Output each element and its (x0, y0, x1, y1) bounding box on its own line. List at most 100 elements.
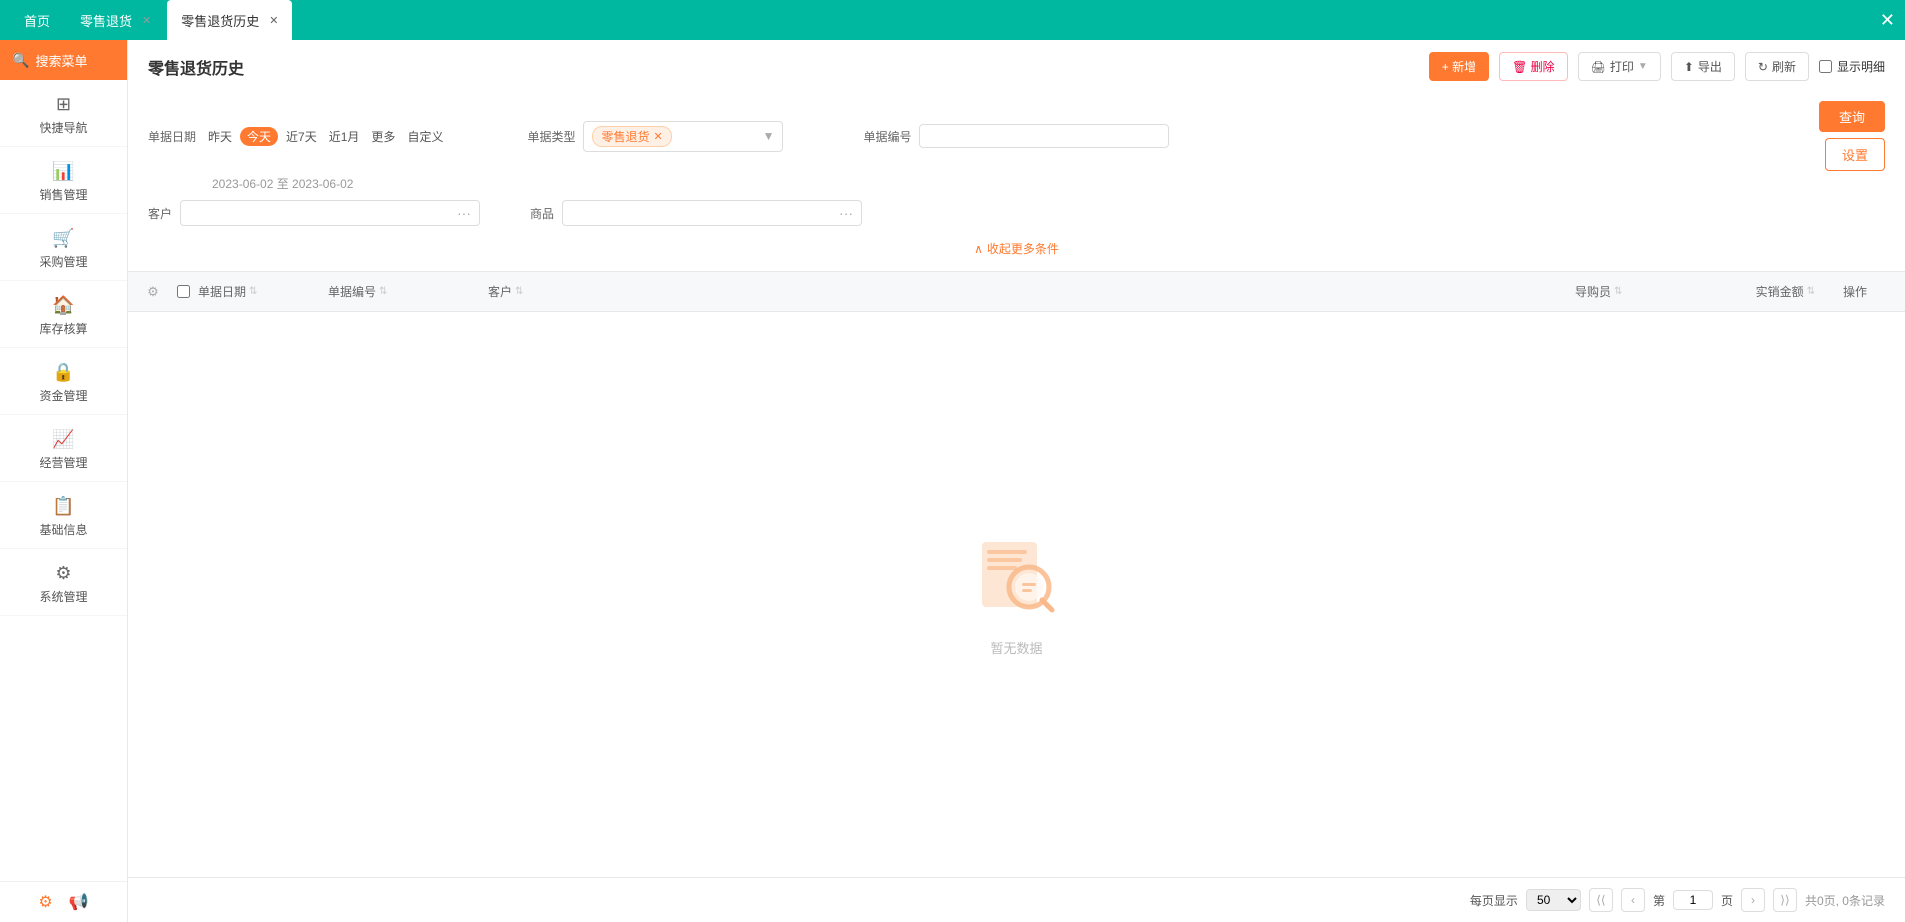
th-amount-label: 实销金额 (1756, 283, 1804, 300)
setting-button[interactable]: 设置 (1825, 138, 1885, 171)
per-page-select[interactable]: 50 10 20 100 (1526, 889, 1581, 911)
goods-input-wrap: ··· (562, 200, 862, 226)
finance-icon: 🔒 (52, 362, 74, 383)
goods-input[interactable] (571, 206, 835, 220)
sidebar-search-label: 搜索菜单 (35, 51, 87, 70)
shortcut-yesterday[interactable]: 昨天 (204, 127, 236, 146)
operations-icon: 📈 (52, 429, 74, 450)
show-detail-checkbox[interactable] (1819, 60, 1832, 73)
sidebar-item-basic-info[interactable]: 📋 基础信息 (0, 482, 127, 549)
sidebar-item-system[interactable]: ⚙ 系统管理 (0, 549, 127, 616)
goods-dots-icon[interactable]: ··· (839, 205, 853, 221)
sidebar-item-operations[interactable]: 📈 经营管理 (0, 415, 127, 482)
query-button[interactable]: 查询 (1819, 101, 1885, 132)
new-button[interactable]: + 新增 (1429, 52, 1489, 81)
shortcut-today[interactable]: 今天 (240, 127, 278, 146)
main-layout: 🔍 搜索菜单 ⊞ 快捷导航 📊 销售管理 🛒 采购管理 🏠 库存核算 🔒 (0, 40, 1905, 922)
tab-home[interactable]: 首页 (10, 0, 64, 40)
table-header: ⚙ 单据日期 ⇅ 单据编号 ⇅ 客户 ⇅ 导购员 ⇅ (128, 272, 1905, 312)
page-number-input[interactable] (1673, 890, 1713, 910)
th-date[interactable]: 单据日期 ⇅ (198, 283, 328, 300)
empty-svg (967, 532, 1067, 622)
window-close-button[interactable]: ✕ (1880, 10, 1895, 31)
pagination-total: 共0页, 0条记录 (1805, 892, 1885, 909)
collapse-arrow-icon: ∧ (974, 242, 983, 256)
shortcut-last7[interactable]: 近7天 (282, 127, 321, 146)
print-button[interactable]: 🖨 🖨 打印 打印 ▼ (1578, 52, 1661, 81)
customer-dots-icon[interactable]: ··· (457, 205, 471, 221)
settings-footer-icon[interactable]: ⚙ (38, 892, 52, 912)
export-icon: ⬆ (1684, 60, 1694, 74)
sidebar-item-inventory-label: 库存核算 (39, 320, 87, 337)
print-icon: 🖨 (1591, 60, 1606, 74)
tab-retail-return-history-close[interactable]: ✕ (269, 14, 278, 27)
page-label: 第 (1653, 892, 1665, 909)
filter-area: 单据日期 昨天 今天 近7天 近1月 更多 自定义 单据类型 (148, 91, 1885, 271)
next-page-button[interactable]: › (1741, 888, 1765, 912)
th-amount[interactable]: 实销金额 ⇅ (1695, 283, 1815, 300)
table-area: ⚙ 单据日期 ⇅ 单据编号 ⇅ 客户 ⇅ 导购员 ⇅ (128, 272, 1905, 877)
first-page-button[interactable]: ⟨⟨ (1589, 888, 1613, 912)
select-all-col (168, 285, 198, 298)
refresh-button[interactable]: ↻ 刷新 (1745, 52, 1809, 81)
bill-type-select[interactable]: 零售退货 ✕ ▼ (583, 121, 783, 152)
sidebar-item-quick-nav[interactable]: ⊞ 快捷导航 (0, 80, 127, 147)
sidebar-item-purchase-mgmt[interactable]: 🛒 采购管理 (0, 214, 127, 281)
collapse-row: ∧ 收起更多条件 (148, 236, 1885, 261)
tab-list: 首页 零售退货 ✕ 零售退货历史 ✕ (10, 0, 1880, 40)
customer-input[interactable] (189, 206, 453, 220)
th-customer[interactable]: 客户 ⇅ (488, 283, 1575, 300)
sort-guide-icon: ⇅ (1614, 286, 1622, 297)
th-customer-label: 客户 (488, 283, 512, 300)
basic-info-icon: 📋 (52, 496, 74, 517)
sidebar-nav: ⊞ 快捷导航 📊 销售管理 🛒 采购管理 🏠 库存核算 🔒 资金管理 📈 (0, 80, 127, 881)
sidebar-item-basic-info-label: 基础信息 (39, 521, 87, 538)
shortcut-last1month[interactable]: 近1月 (325, 127, 364, 146)
quick-nav-icon: ⊞ (56, 94, 71, 115)
th-bill-no[interactable]: 单据编号 ⇅ (328, 283, 488, 300)
collapse-button[interactable]: ∧ 收起更多条件 (962, 236, 1071, 261)
empty-text: 暂无数据 (990, 638, 1042, 657)
sort-customer-icon: ⇅ (515, 286, 523, 297)
toolbar: + 新增 🗑 删除 🖨 🖨 打印 打印 ▼ ⬆ 导出 ↻ 刷新 (1429, 52, 1885, 81)
print-arrow: ▼ (1638, 61, 1648, 72)
empty-illustration (967, 532, 1067, 622)
shortcut-more[interactable]: 更多 (367, 127, 399, 146)
refresh-icon: ↻ (1758, 60, 1768, 74)
inventory-icon: 🏠 (52, 295, 74, 316)
purchase-icon: 🛒 (52, 228, 74, 249)
tab-retail-return-history[interactable]: 零售退货历史 ✕ (167, 0, 292, 40)
prev-page-button[interactable]: ‹ (1621, 888, 1645, 912)
sidebar-item-inventory[interactable]: 🏠 库存核算 (0, 281, 127, 348)
sidebar: 🔍 搜索菜单 ⊞ 快捷导航 📊 销售管理 🛒 采购管理 🏠 库存核算 🔒 (0, 40, 128, 922)
select-all-checkbox[interactable] (177, 285, 190, 298)
show-detail-checkbox-wrap: 显示明细 (1819, 58, 1885, 75)
sidebar-item-quick-nav-label: 快捷导航 (39, 119, 87, 136)
sort-bill-icon: ⇅ (379, 286, 387, 297)
bill-no-label: 单据编号 (863, 128, 911, 145)
content-area: 零售退货历史 + 新增 🗑 删除 🖨 🖨 打印 打印 ▼ ⬆ 导出 (128, 40, 1905, 922)
customer-filter: 客户 ··· (148, 200, 480, 226)
tab-retail-return-close[interactable]: ✕ (142, 14, 151, 27)
shortcut-custom[interactable]: 自定义 (403, 127, 447, 146)
date-range-text: 2023-06-02 至 2023-06-02 (212, 177, 353, 191)
sidebar-item-sales-mgmt[interactable]: 📊 销售管理 (0, 147, 127, 214)
sidebar-item-purchase-label: 采购管理 (39, 253, 87, 270)
tab-retail-return[interactable]: 零售退货 ✕ (66, 0, 165, 40)
date-filter: 单据日期 昨天 今天 近7天 近1月 更多 自定义 (148, 127, 447, 146)
last-page-button[interactable]: ⟩⟩ (1773, 888, 1797, 912)
sidebar-footer: ⚙ 📢 (0, 881, 127, 922)
goods-filter: 商品 ··· (530, 200, 862, 226)
delete-button[interactable]: 🗑 删除 (1499, 52, 1568, 81)
sidebar-item-finance-label: 资金管理 (39, 387, 87, 404)
sidebar-search[interactable]: 🔍 搜索菜单 (0, 40, 127, 80)
audio-footer-icon[interactable]: 📢 (69, 892, 89, 912)
sidebar-item-finance[interactable]: 🔒 资金管理 (0, 348, 127, 415)
tab-retail-return-label: 零售退货 (80, 11, 132, 30)
bill-type-tag-close[interactable]: ✕ (653, 130, 662, 143)
sidebar-item-system-label: 系统管理 (39, 588, 87, 605)
th-guide[interactable]: 导购员 ⇅ (1575, 283, 1695, 300)
column-settings-icon[interactable]: ⚙ (138, 284, 168, 300)
export-button[interactable]: ⬆ 导出 (1671, 52, 1735, 81)
bill-no-input[interactable] (919, 124, 1169, 148)
